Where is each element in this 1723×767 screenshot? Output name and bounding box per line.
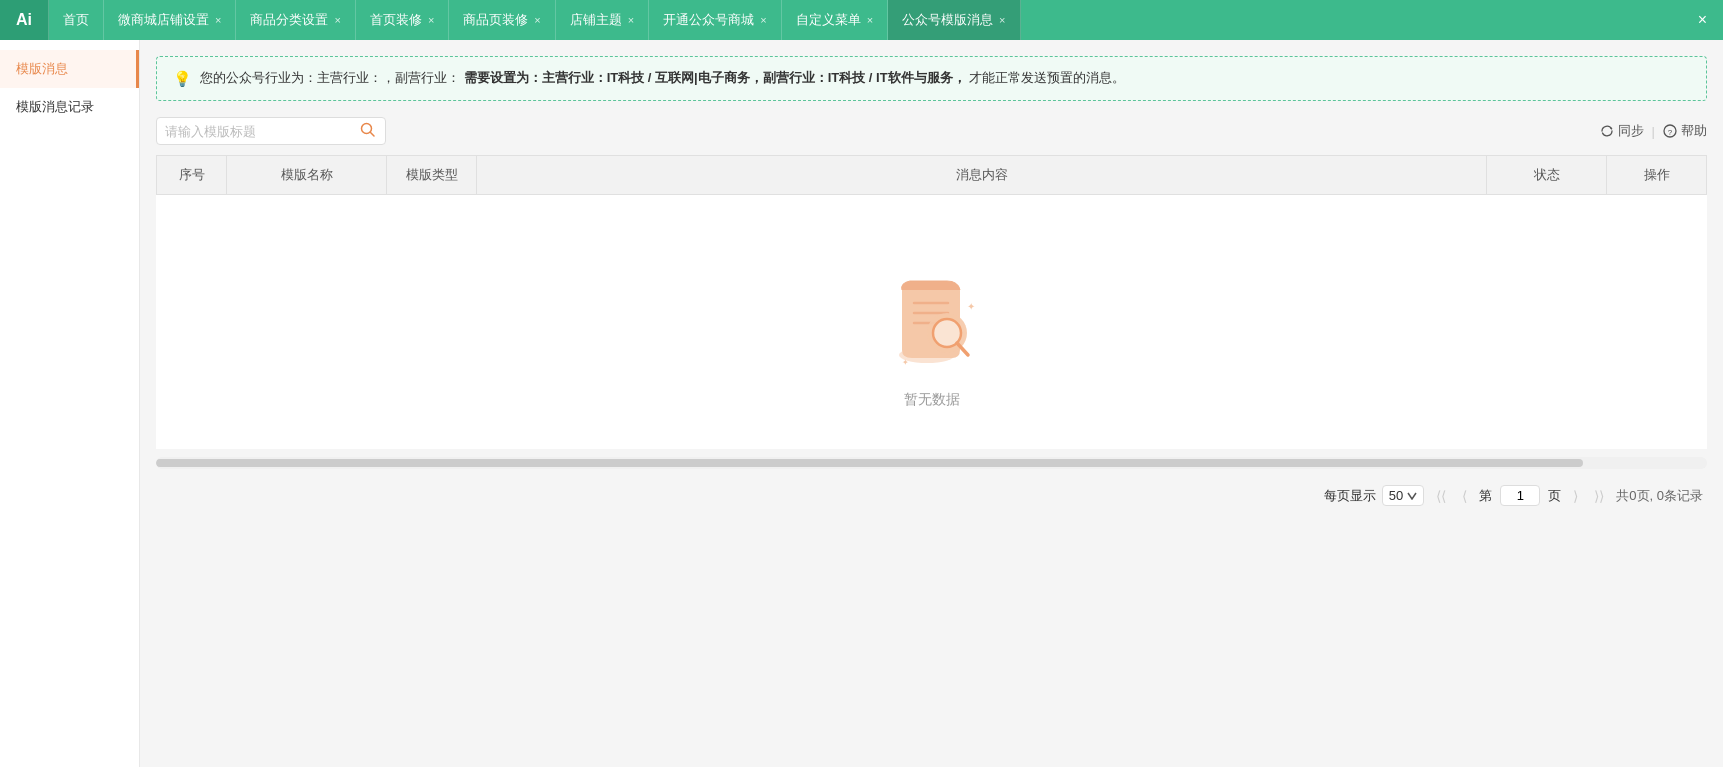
tab-product-decor[interactable]: 商品页装修 ×	[449, 0, 555, 40]
tab-close-template-msg[interactable]: ×	[999, 14, 1005, 26]
page-size-wrap: 每页显示 50	[1324, 485, 1424, 506]
tab-home[interactable]: 首页	[49, 0, 104, 40]
tab-close-shop-theme[interactable]: ×	[628, 14, 634, 26]
svg-line-1	[370, 132, 374, 136]
sidebar: 模版消息 模版消息记录	[0, 40, 140, 767]
empty-state: ✦ ✦ 暂无数据	[157, 195, 1707, 449]
col-type: 模版类型	[387, 156, 477, 195]
tab-open-mall[interactable]: 开通公众号商城 ×	[649, 0, 781, 40]
page-last-button[interactable]: ⟩⟩	[1590, 486, 1608, 506]
toolbar-divider: |	[1652, 124, 1655, 139]
tab-close-custom-menu[interactable]: ×	[867, 14, 873, 26]
search-area: 同步 | ? 帮助	[156, 117, 1707, 145]
page-next-button[interactable]: ⟩	[1569, 486, 1582, 506]
col-name: 模版名称	[227, 156, 387, 195]
empty-state-icon: ✦ ✦	[872, 255, 992, 375]
main-layout: 模版消息 模版消息记录 💡 您的公众号行业为：主营行业：，副营行业： 需要设置为…	[0, 40, 1723, 767]
tab-close-home-decor[interactable]: ×	[428, 14, 434, 26]
search-input[interactable]	[165, 124, 358, 139]
tab-shop-theme[interactable]: 店铺主题 ×	[556, 0, 649, 40]
chevron-down-icon	[1407, 492, 1417, 500]
tab-bar: Ai 首页 微商城店铺设置 × 商品分类设置 × 首页装修 × 商品页装修 × …	[0, 0, 1723, 40]
sidebar-item-template-msg[interactable]: 模版消息	[0, 50, 139, 88]
search-input-wrap	[156, 117, 386, 145]
content-area: 💡 您的公众号行业为：主营行业：，副营行业： 需要设置为：主营行业：IT科技 /…	[140, 40, 1723, 767]
col-status: 状态	[1487, 156, 1607, 195]
help-button[interactable]: ? 帮助	[1663, 122, 1707, 140]
toolbar-right: 同步 | ? 帮助	[1600, 122, 1707, 140]
total-info: 共0页, 0条记录	[1616, 487, 1703, 505]
page-input[interactable]: 1	[1500, 485, 1540, 506]
tab-close-product-category[interactable]: ×	[334, 14, 340, 26]
tab-custom-menu[interactable]: 自定义菜单 ×	[782, 0, 888, 40]
tab-home-decor[interactable]: 首页装修 ×	[356, 0, 449, 40]
tab-close-product-decor[interactable]: ×	[534, 14, 540, 26]
horizontal-scrollbar[interactable]	[156, 457, 1707, 469]
tab-template-msg[interactable]: 公众号模版消息 ×	[888, 0, 1020, 40]
data-table: 序号 模版名称 模版类型 消息内容 状态 操作	[156, 155, 1707, 449]
svg-text:?: ?	[1668, 128, 1673, 137]
tab-close-open-mall[interactable]: ×	[760, 14, 766, 26]
svg-text:✦: ✦	[902, 358, 909, 367]
notice-box: 💡 您的公众号行业为：主营行业：，副营行业： 需要设置为：主营行业：IT科技 /…	[156, 56, 1707, 101]
search-icon	[360, 122, 375, 137]
empty-text: 暂无数据	[904, 391, 960, 409]
page-first-button[interactable]: ⟨⟨	[1432, 486, 1450, 506]
page-label: 第	[1479, 487, 1492, 505]
page-size-label: 每页显示	[1324, 487, 1376, 505]
tab-close-shop-settings[interactable]: ×	[215, 14, 221, 26]
empty-state-row: ✦ ✦ 暂无数据	[157, 195, 1707, 450]
col-action: 操作	[1607, 156, 1707, 195]
tab-product-category[interactable]: 商品分类设置 ×	[236, 0, 355, 40]
sync-button[interactable]: 同步	[1600, 122, 1644, 140]
help-icon: ?	[1663, 124, 1677, 138]
page-prev-button[interactable]: ⟨	[1458, 486, 1471, 506]
global-close-button[interactable]: ×	[1682, 0, 1723, 40]
search-button[interactable]	[358, 122, 377, 140]
page-size-select[interactable]: 50	[1382, 485, 1424, 506]
tab-shop-settings[interactable]: 微商城店铺设置 ×	[104, 0, 236, 40]
pagination: 每页显示 50 ⟨⟨ ⟨ 第 1 页 ⟩ ⟩⟩ 共0页, 0条记录	[156, 477, 1707, 514]
notice-text: 您的公众号行业为：主营行业：，副营行业： 需要设置为：主营行业：IT科技 / 互…	[200, 69, 1125, 87]
sidebar-item-template-msg-record[interactable]: 模版消息记录	[0, 88, 139, 126]
scrollbar-thumb	[156, 459, 1583, 467]
col-content: 消息内容	[477, 156, 1487, 195]
sync-icon	[1600, 124, 1614, 138]
svg-text:✦: ✦	[967, 301, 975, 312]
notice-icon: 💡	[173, 70, 192, 88]
app-logo: Ai	[0, 0, 49, 40]
col-seq: 序号	[157, 156, 227, 195]
page-unit-label: 页	[1548, 487, 1561, 505]
